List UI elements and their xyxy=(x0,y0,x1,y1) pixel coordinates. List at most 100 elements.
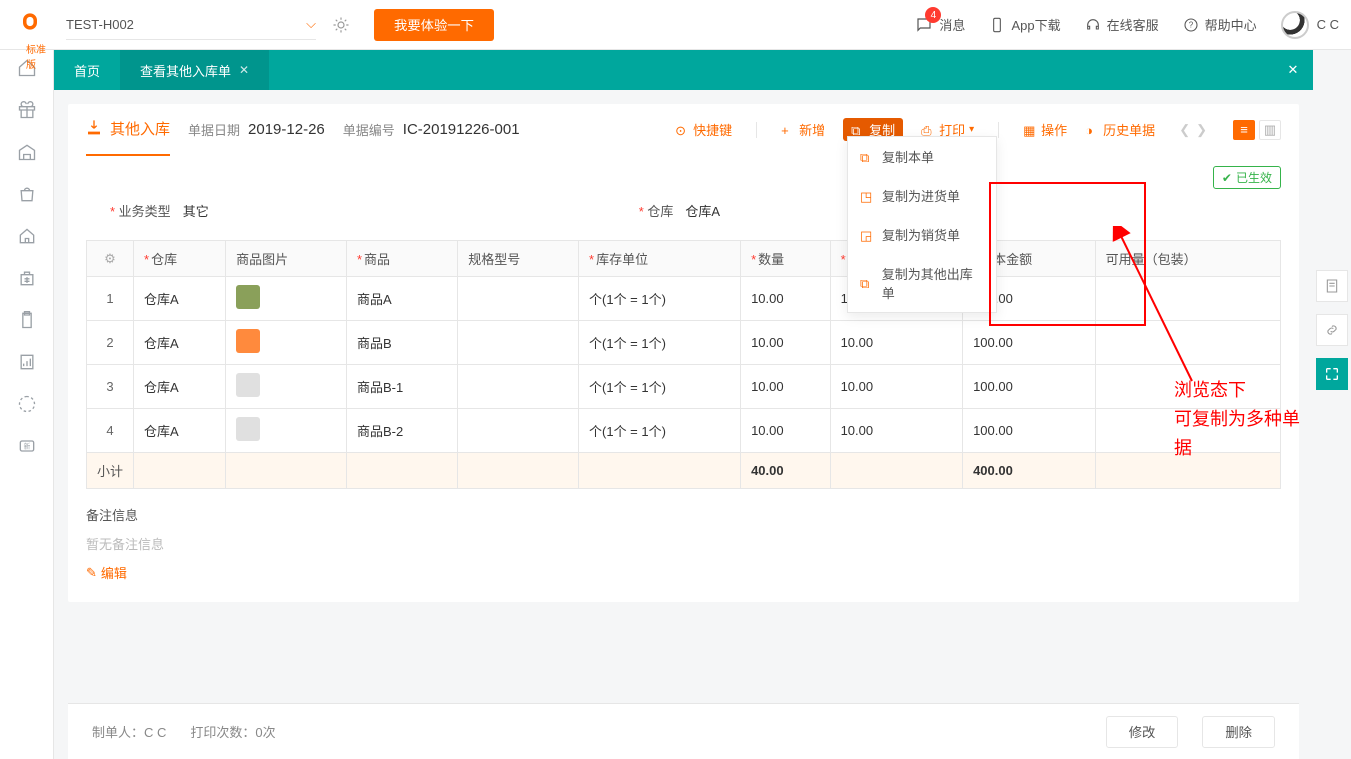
tab-current[interactable]: 查看其他入库单 ✕ xyxy=(120,50,269,90)
doc-number: 单据编号 IC-20191226-001 xyxy=(343,120,520,139)
cell-image xyxy=(226,321,347,365)
edit-remark-button[interactable]: ✎编辑 xyxy=(86,563,1281,582)
messages-button[interactable]: 4 消息 xyxy=(915,15,965,34)
try-button[interactable]: 我要体验一下 xyxy=(374,9,494,41)
page-content: 其他入库 单据日期 2019-12-26 单据编号 IC-20191226-00… xyxy=(54,90,1313,759)
link-icon[interactable] xyxy=(1316,314,1348,346)
history-button[interactable]: ◑历史单据 xyxy=(1085,120,1155,139)
cell-spec xyxy=(458,365,579,409)
cell-price: 10.00 xyxy=(830,321,963,365)
clipboard-icon[interactable] xyxy=(17,310,37,330)
doc-date: 单据日期 2019-12-26 xyxy=(188,120,325,139)
cell-qty: 10.00 xyxy=(741,321,830,365)
status-badge: ✔已生效 xyxy=(1213,166,1281,189)
cell-qty: 10.00 xyxy=(741,365,830,409)
chevron-down-icon: ⌵ xyxy=(306,16,316,32)
document-header: 其他入库 单据日期 2019-12-26 单据编号 IC-20191226-00… xyxy=(86,104,1281,156)
cell-product: 商品B-1 xyxy=(346,365,457,409)
shortcut-button[interactable]: ⊙快捷键 xyxy=(675,120,732,139)
cell-warehouse: 仓库A xyxy=(134,321,226,365)
copy-dropdown: ⧉复制本单 ◳复制为进货单 ◲复制为销货单 ⧉复制为其他出库单 xyxy=(847,136,997,313)
copy-as-sales[interactable]: ◲复制为销货单 xyxy=(848,215,996,254)
help-button[interactable]: ? 帮助中心 xyxy=(1183,15,1257,34)
copy-this-doc[interactable]: ⧉复制本单 xyxy=(848,137,996,176)
svg-text:新: 新 xyxy=(23,442,30,451)
money-icon[interactable] xyxy=(17,268,37,288)
cell-product: 商品A xyxy=(346,277,457,321)
cell-unit: 个(1个 = 1个) xyxy=(579,409,741,453)
next-record[interactable]: ❯ xyxy=(1196,122,1207,138)
remark-empty: 暂无备注信息 xyxy=(86,534,1281,553)
inbound-icon xyxy=(86,119,102,139)
right-rail xyxy=(1313,50,1351,759)
row-index: 4 xyxy=(87,409,134,453)
expand-icon[interactable] xyxy=(1316,358,1348,390)
outbound-icon: ⧉ xyxy=(860,276,874,290)
document-type-tab[interactable]: 其他入库 xyxy=(86,104,170,156)
gear-icon[interactable] xyxy=(332,16,350,34)
left-sidebar: 新 xyxy=(0,50,54,759)
tab-home[interactable]: 首页 xyxy=(54,50,120,90)
row-index: 2 xyxy=(87,321,134,365)
new-button[interactable]: +新增 xyxy=(781,120,825,139)
card-view-toggle[interactable]: ▥ xyxy=(1259,120,1281,140)
cell-avail xyxy=(1095,365,1280,409)
list-view-toggle[interactable]: ≡ xyxy=(1233,120,1255,140)
org-selector[interactable]: TEST-H002 ⌵ xyxy=(66,10,316,40)
warehouse-icon[interactable] xyxy=(17,142,37,162)
table-row[interactable]: 2仓库A商品B个(1个 = 1个)10.0010.00100.00 xyxy=(87,321,1281,365)
close-icon[interactable]: ✕ xyxy=(239,63,249,77)
help-icon: ? xyxy=(1183,17,1199,33)
delete-button[interactable]: 删除 xyxy=(1202,716,1275,748)
user-name[interactable]: C C xyxy=(1317,17,1339,32)
copy-as-outbound[interactable]: ⧉复制为其他出库单 xyxy=(848,254,996,312)
maker-info: 制单人：C C xyxy=(92,722,166,741)
report-icon[interactable] xyxy=(17,352,37,372)
edition-label: 标准版 xyxy=(26,41,48,71)
actions-button[interactable]: ▦操作 xyxy=(1023,120,1067,139)
support-button[interactable]: 在线客服 xyxy=(1085,15,1159,34)
row-index: 3 xyxy=(87,365,134,409)
copy-as-purchase[interactable]: ◳复制为进货单 xyxy=(848,176,996,215)
new-icon[interactable]: 新 xyxy=(17,436,37,456)
app-download-button[interactable]: App下载 xyxy=(989,15,1060,34)
cell-product: 商品B-2 xyxy=(346,409,457,453)
sync-icon[interactable] xyxy=(17,394,37,414)
gear-icon[interactable]: ⚙ xyxy=(104,251,116,266)
cell-unit: 个(1个 = 1个) xyxy=(579,365,741,409)
table-row[interactable]: 3仓库A商品B-1个(1个 = 1个)10.0010.00100.00 xyxy=(87,365,1281,409)
cell-warehouse: 仓库A xyxy=(134,409,226,453)
note-icon[interactable] xyxy=(1316,270,1348,302)
close-all-tabs[interactable]: ✕ xyxy=(1273,50,1313,90)
product-thumb xyxy=(236,285,260,309)
form-fields: * 业务类型 其它 * 仓库 仓库A xyxy=(86,195,1281,240)
cell-amount: 100.00 xyxy=(963,409,1096,453)
grid-icon: ▦ xyxy=(1023,123,1037,137)
cell-avail xyxy=(1095,409,1280,453)
product-thumb xyxy=(236,329,260,353)
cell-amount: 100.00 xyxy=(963,321,1096,365)
product-thumb xyxy=(236,417,260,441)
tab-bar: 首页 查看其他入库单 ✕ ✕ xyxy=(54,50,1313,90)
modify-button[interactable]: 修改 xyxy=(1106,716,1179,748)
cell-product: 商品B xyxy=(346,321,457,365)
purchase-icon: ◳ xyxy=(860,189,874,203)
shortcut-icon: ⊙ xyxy=(675,123,689,137)
subtotal-row: 小计40.00400.00 xyxy=(87,453,1281,489)
copy-icon: ⧉ xyxy=(860,150,874,164)
cell-warehouse: 仓库A xyxy=(134,365,226,409)
table-row[interactable]: 1仓库A商品A个(1个 = 1个)10.0010.00100.00 xyxy=(87,277,1281,321)
headset-icon xyxy=(1085,17,1101,33)
copy-icon: ⧉ xyxy=(851,123,865,137)
org-name: TEST-H002 xyxy=(66,17,134,32)
cell-warehouse: 仓库A xyxy=(134,277,226,321)
prev-record[interactable]: ❮ xyxy=(1179,122,1190,138)
gift-icon[interactable] xyxy=(17,100,37,120)
house-icon[interactable] xyxy=(17,226,37,246)
avatar[interactable] xyxy=(1281,11,1309,39)
bag-icon[interactable] xyxy=(17,184,37,204)
cell-spec xyxy=(458,277,579,321)
cell-spec xyxy=(458,409,579,453)
table-row[interactable]: 4仓库A商品B-2个(1个 = 1个)10.0010.00100.00 xyxy=(87,409,1281,453)
check-icon: ✔ xyxy=(1222,171,1232,185)
